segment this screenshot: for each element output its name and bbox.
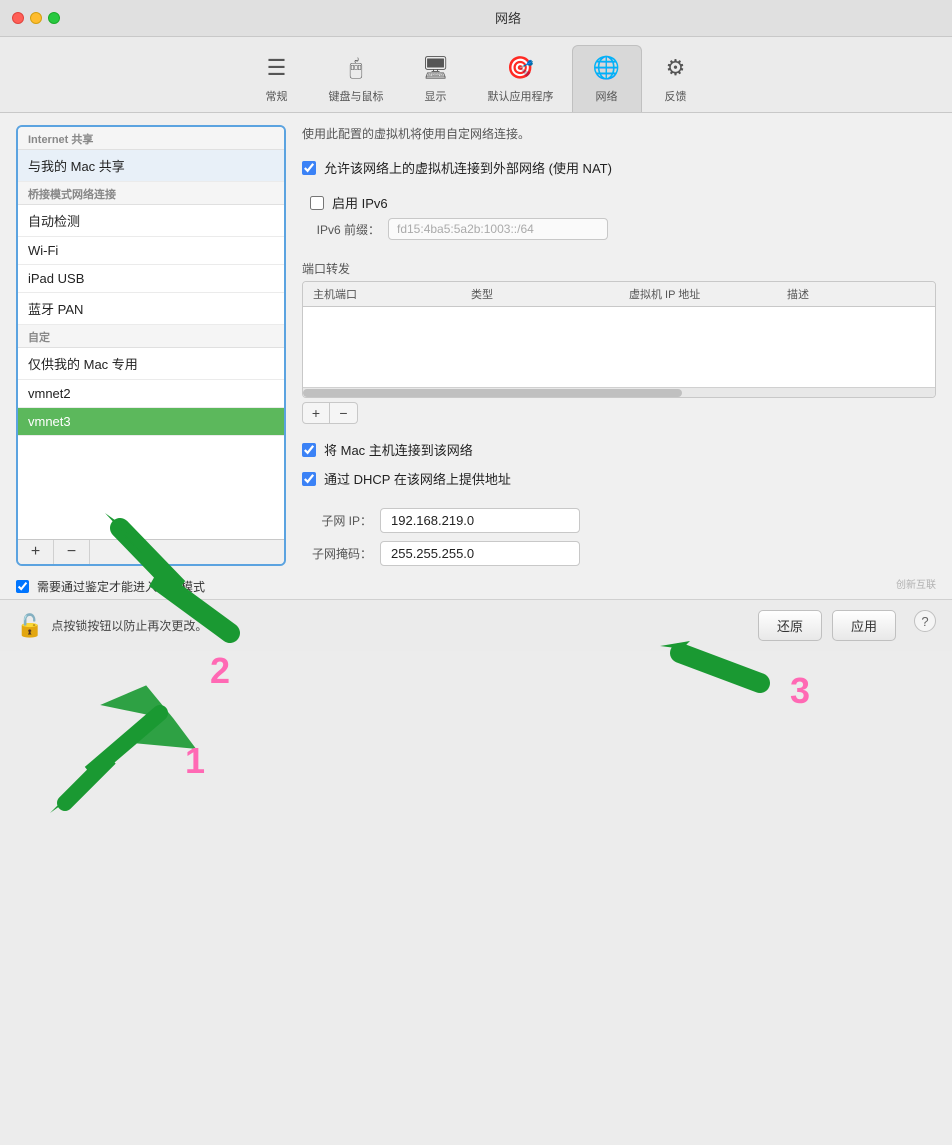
ipv6-checkbox-label: 启用 IPv6 — [332, 193, 388, 212]
default-apps-icon: 🎯 — [505, 52, 537, 84]
window-title: 网络 — [495, 11, 521, 26]
display-icon: 🖥 — [420, 52, 452, 84]
ipv6-prefix-label: IPv6 前缀： — [310, 221, 380, 238]
section-header-internet-sharing: Internet 共享 — [18, 127, 284, 150]
col-description: 描述 — [777, 286, 935, 302]
toolbar-item-default-apps[interactable]: 🎯 默认应用程序 — [470, 46, 572, 112]
promiscuous-row: 需要通过鉴定才能进入混杂模式 — [16, 578, 936, 595]
toolbar-label-display: 显示 — [425, 88, 447, 104]
nat-checkbox-label: 允许该网络上的虚拟机连接到外部网络 (使用 NAT) — [324, 158, 612, 177]
bottom-bar: 🔓 点按锁按钮以防止再次更改。 还原 应用 ? — [0, 599, 952, 651]
traffic-lights — [12, 12, 60, 24]
promiscuous-label: 需要通过鉴定才能进入混杂模式 — [37, 578, 205, 595]
toolbar-label-network: 网络 — [596, 88, 618, 104]
ipv6-section: 启用 IPv6 IPv6 前缀： — [310, 193, 936, 240]
list-item-vmnet2[interactable]: vmnet2 — [18, 380, 284, 408]
apply-button[interactable]: 应用 — [832, 610, 896, 641]
ipv6-checkbox[interactable] — [310, 196, 324, 210]
toolbar-label-keyboard: 键盘与鼠标 — [329, 88, 384, 104]
bottom-buttons: 还原 应用 ? — [758, 610, 936, 641]
network-list: Internet 共享 与我的 Mac 共享 桥接模式网络连接 自动检测 Wi-… — [18, 127, 284, 539]
arrow-1-annotation: 1 — [50, 670, 211, 813]
mac-connect-label: 将 Mac 主机连接到该网络 — [324, 440, 473, 459]
toolbar-item-network[interactable]: 🌐 网络 — [572, 45, 642, 112]
minimize-button[interactable] — [30, 12, 42, 24]
svg-text:3: 3 — [790, 670, 810, 711]
port-table-body — [303, 307, 935, 387]
mac-connect-checkbox[interactable] — [302, 443, 316, 457]
toolbar: ☰ 常规 🖱 键盘与鼠标 🖥 显示 🎯 默认应用程序 🌐 网络 ⚙ 反馈 — [0, 37, 952, 113]
list-item-autodetect[interactable]: 自动检测 — [18, 205, 284, 237]
nat-checkbox[interactable] — [302, 161, 316, 175]
table-remove-button[interactable]: − — [330, 402, 358, 424]
subnet-mask-input[interactable] — [380, 541, 580, 566]
fullscreen-button[interactable] — [48, 12, 60, 24]
network-icon: 🌐 — [591, 52, 623, 84]
main-content: Internet 共享 与我的 Mac 共享 桥接模式网络连接 自动检测 Wi-… — [0, 113, 952, 651]
svg-text:1: 1 — [185, 740, 205, 781]
scrollbar[interactable] — [303, 387, 935, 397]
ipv6-checkbox-row: 启用 IPv6 — [310, 193, 936, 212]
lock-icon: 🔓 — [16, 613, 43, 639]
ipv6-prefix-row: IPv6 前缀： — [310, 218, 936, 240]
network-list-panel: Internet 共享 与我的 Mac 共享 桥接模式网络连接 自动检测 Wi-… — [16, 125, 286, 566]
subnet-section: 子网 IP： 子网掩码： — [302, 508, 936, 566]
col-vm-ip: 虚拟机 IP 地址 — [619, 286, 777, 302]
connect-section: 将 Mac 主机连接到该网络 通过 DHCP 在该网络上提供地址 — [302, 440, 936, 492]
promiscuous-checkbox[interactable] — [16, 580, 29, 593]
right-panel: 使用此配置的虚拟机将使用自定网络连接。 允许该网络上的虚拟机连接到外部网络 (使… — [302, 125, 936, 566]
keyboard-icon: 🖱 — [340, 52, 372, 84]
list-item-vmnet3[interactable]: vmnet3 — [18, 408, 284, 436]
col-host-port: 主机端口 — [303, 286, 461, 302]
lock-area: 🔓 点按锁按钮以防止再次更改。 — [16, 613, 207, 639]
mac-connect-row: 将 Mac 主机连接到该网络 — [302, 440, 936, 459]
section-header-bridge: 桥接模式网络连接 — [18, 182, 284, 205]
scrollbar-thumb[interactable] — [303, 389, 682, 397]
port-forwarding-label: 端口转发 — [302, 260, 936, 277]
toolbar-item-feedback[interactable]: ⚙ 反馈 — [642, 46, 710, 112]
toolbar-label-general: 常规 — [266, 88, 288, 104]
list-add-button[interactable]: + — [18, 540, 54, 564]
dhcp-label: 通过 DHCP 在该网络上提供地址 — [324, 469, 511, 488]
dhcp-checkbox[interactable] — [302, 472, 316, 486]
subnet-ip-label: 子网 IP： — [302, 512, 372, 529]
list-item-mac-only[interactable]: 仅供我的 Mac 专用 — [18, 348, 284, 380]
feedback-icon: ⚙ — [660, 52, 692, 84]
list-item-ipad-usb[interactable]: iPad USB — [18, 265, 284, 293]
subnet-ip-row: 子网 IP： — [302, 508, 936, 533]
watermark: 创新互联 — [896, 576, 936, 591]
table-buttons: + − — [302, 402, 936, 424]
subnet-mask-label: 子网掩码： — [302, 545, 372, 562]
toolbar-item-display[interactable]: 🖥 显示 — [402, 46, 470, 112]
help-button[interactable]: ? — [914, 610, 936, 632]
list-panel-buttons: + − — [18, 539, 284, 564]
general-icon: ☰ — [261, 52, 293, 84]
description-text: 使用此配置的虚拟机将使用自定网络连接。 — [302, 125, 936, 142]
lock-text: 点按锁按钮以防止再次更改。 — [51, 617, 207, 634]
toolbar-item-general[interactable]: ☰ 常规 — [243, 46, 311, 112]
list-remove-button[interactable]: − — [54, 540, 90, 564]
dhcp-row: 通过 DHCP 在该网络上提供地址 — [302, 469, 936, 488]
subnet-mask-row: 子网掩码： — [302, 541, 936, 566]
toolbar-label-feedback: 反馈 — [665, 88, 687, 104]
port-forwarding-table: 主机端口 类型 虚拟机 IP 地址 描述 — [302, 281, 936, 398]
port-table-header: 主机端口 类型 虚拟机 IP 地址 描述 — [303, 282, 935, 307]
section-header-custom: 自定 — [18, 325, 284, 348]
port-forwarding-section: 端口转发 主机端口 类型 虚拟机 IP 地址 描述 — [302, 252, 936, 424]
table-add-button[interactable]: + — [302, 402, 330, 424]
list-item-bluetooth-pan[interactable]: 蓝牙 PAN — [18, 293, 284, 325]
toolbar-item-keyboard[interactable]: 🖱 键盘与鼠标 — [311, 46, 402, 112]
col-type: 类型 — [461, 286, 619, 302]
list-item-mac-sharing[interactable]: 与我的 Mac 共享 — [18, 150, 284, 182]
restore-button[interactable]: 还原 — [758, 610, 822, 641]
arrow-3-annotation: 3 — [660, 641, 810, 711]
nat-checkbox-row: 允许该网络上的虚拟机连接到外部网络 (使用 NAT) — [302, 158, 936, 177]
list-item-wifi[interactable]: Wi-Fi — [18, 237, 284, 265]
ipv6-prefix-input[interactable] — [388, 218, 608, 240]
close-button[interactable] — [12, 12, 24, 24]
toolbar-label-default-apps: 默认应用程序 — [488, 88, 554, 104]
subnet-ip-input[interactable] — [380, 508, 580, 533]
svg-text:2: 2 — [210, 650, 230, 691]
title-bar: 网络 — [0, 0, 952, 37]
